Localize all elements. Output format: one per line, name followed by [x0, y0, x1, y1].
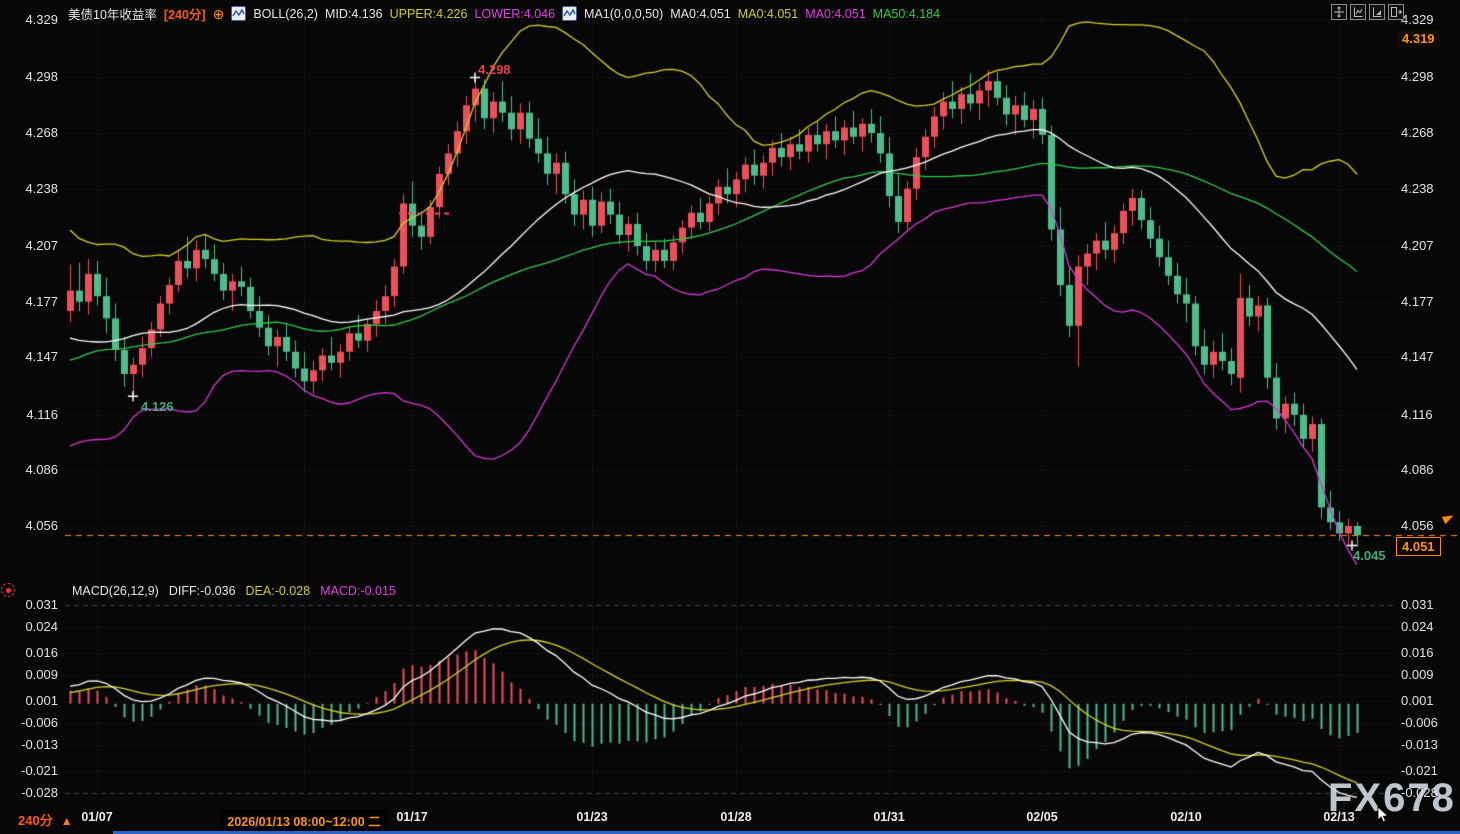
chart-toolbar: [1331, 4, 1404, 20]
swing-high-annotation: 4.298: [478, 62, 511, 78]
up-triangle-icon: ▲: [60, 814, 73, 828]
macd-axis-tick-left: -0.028: [21, 785, 58, 800]
macd-axis-tick-right: 0.001: [1401, 692, 1434, 708]
price-axis-tick-right: 4.147: [1401, 349, 1434, 365]
session-high-badge: 4.319: [1397, 29, 1440, 47]
price-axis-tick-left: 4.116: [26, 406, 58, 422]
price-axis-tick-left: 4.207: [25, 238, 58, 254]
timeframe-text: 240分: [18, 813, 53, 828]
macd-axis-tick-left: 0.024: [25, 619, 58, 635]
macd-macd-value: MACD:-0.015: [320, 584, 396, 598]
ma0-white-value: MA0:4.051: [670, 6, 731, 21]
price-axis-tick-right: 4.086: [1401, 462, 1434, 478]
selected-bar-timestamp: 2026/01/13 08:00~12:00 二: [220, 809, 388, 832]
timeframe-label[interactable]: [240分]: [164, 4, 206, 23]
macd-axis-tick-left: 0.001: [25, 692, 58, 708]
boll-mid-value: MID:4.136: [324, 6, 383, 21]
chart-axes-icon[interactable]: [1350, 4, 1366, 20]
price-axis-tick-right: 4.207: [1401, 238, 1434, 254]
date-axis-label: 01/17: [396, 810, 428, 824]
price-axis-tick-right: 4.177: [1401, 293, 1434, 309]
price-axis-tick-left: 4.147: [25, 349, 58, 365]
ma-label: MA1(0,0,0,50): [584, 6, 664, 21]
boll-lower-value: LOWER:4.046: [474, 6, 556, 21]
symbol-title: 美债10年收益率: [68, 8, 157, 22]
price-axis-tick-right: 4.298: [1401, 69, 1434, 85]
macd-axis-tick-right: 0.024: [1401, 619, 1434, 635]
macd-axis-tick-right: -0.013: [1401, 737, 1438, 753]
macd-axis-tick-left: -0.013: [21, 737, 58, 753]
last-low-annotation: 4.045: [1353, 548, 1386, 564]
macd-axis-tick-left: 0.031: [25, 597, 58, 612]
macd-axis-tick-left: 0.016: [25, 644, 58, 660]
boll-indicator-icon[interactable]: [231, 6, 247, 21]
date-axis-label: 01/23: [576, 810, 608, 824]
macd-label: MACD(26,12,9): [72, 584, 159, 598]
price-axis-tick-right: 4.268: [1401, 125, 1434, 141]
record-dot-icon[interactable]: [1, 583, 15, 597]
boll-label: BOLL(26,2): [253, 6, 318, 21]
crosshair-move-icon[interactable]: [1331, 4, 1347, 20]
export-panel-icon[interactable]: [1388, 4, 1404, 20]
macd-axis-tick-left: -0.021: [21, 762, 58, 778]
macd-header: MACD(26,12,9) DIFF:-0.036 DEA:-0.028 MAC…: [72, 584, 396, 598]
macd-axis-tick-left: -0.006: [21, 714, 58, 730]
last-price-badge: 4.051: [1396, 537, 1441, 557]
macd-diff-value: DIFF:-0.036: [168, 584, 236, 598]
ma0-yellow-value: MA0:4.051: [737, 6, 799, 21]
mouse-cursor: [1377, 806, 1393, 829]
date-axis-label: 01/07: [81, 810, 113, 824]
macd-axis-tick-right: 0.009: [1401, 667, 1434, 683]
macd-dea-value: DEA:-0.028: [245, 584, 311, 598]
price-axis-tick-left: 4.086: [25, 462, 58, 478]
price-axis-tick-right: 4.238: [1401, 180, 1434, 196]
price-axis-tick-left: 4.177: [25, 293, 58, 309]
price-axis-tick-left: 4.329: [25, 12, 58, 27]
indicator-header: 美债10年收益率 [240分] ⊕ BOLL(26,2) MID:4.136 U…: [68, 4, 940, 23]
ma0-magenta-value: MA0:4.051: [805, 6, 866, 21]
date-axis-label: 02/10: [1170, 810, 1202, 824]
date-axis-label: 02/05: [1026, 810, 1058, 824]
price-axis-tick-left: 4.238: [25, 180, 58, 196]
price-axis-tick-left: 4.268: [25, 125, 58, 141]
macd-axis-tick-right: 0.016: [1401, 644, 1434, 660]
ma-indicator-icon[interactable]: [562, 6, 578, 21]
price-axis-tick-right: 4.116: [1401, 406, 1433, 422]
circle-plus-icon[interactable]: ⊕: [213, 7, 225, 21]
boll-upper-value: UPPER:4.226: [389, 6, 468, 21]
swing-low-annotation: 4.126: [141, 399, 174, 415]
macd-axis-tick-left: 0.009: [25, 667, 58, 683]
timeframe-selector[interactable]: 240分 ▲: [18, 810, 73, 829]
price-axis-tick-right: 4.329: [1401, 12, 1434, 27]
ma50-green-value: MA50:4.184: [872, 6, 941, 21]
date-axis-label: 01/31: [873, 810, 905, 824]
date-axis-label: 01/28: [720, 810, 752, 824]
chart-window: 美债10年收益率 [240分] ⊕ BOLL(26,2) MID:4.136 U…: [0, 0, 1460, 834]
price-axis-tick-right: 4.056: [1401, 518, 1434, 533]
chart-flag-icon[interactable]: [1369, 4, 1385, 20]
main-chart-canvas[interactable]: [0, 0, 1460, 834]
price-axis-tick-left: 4.298: [25, 69, 58, 85]
price-axis-tick-left: 4.056: [25, 518, 58, 533]
macd-axis-tick-right: 0.031: [1401, 597, 1434, 612]
macd-axis-tick-right: -0.006: [1401, 714, 1438, 730]
